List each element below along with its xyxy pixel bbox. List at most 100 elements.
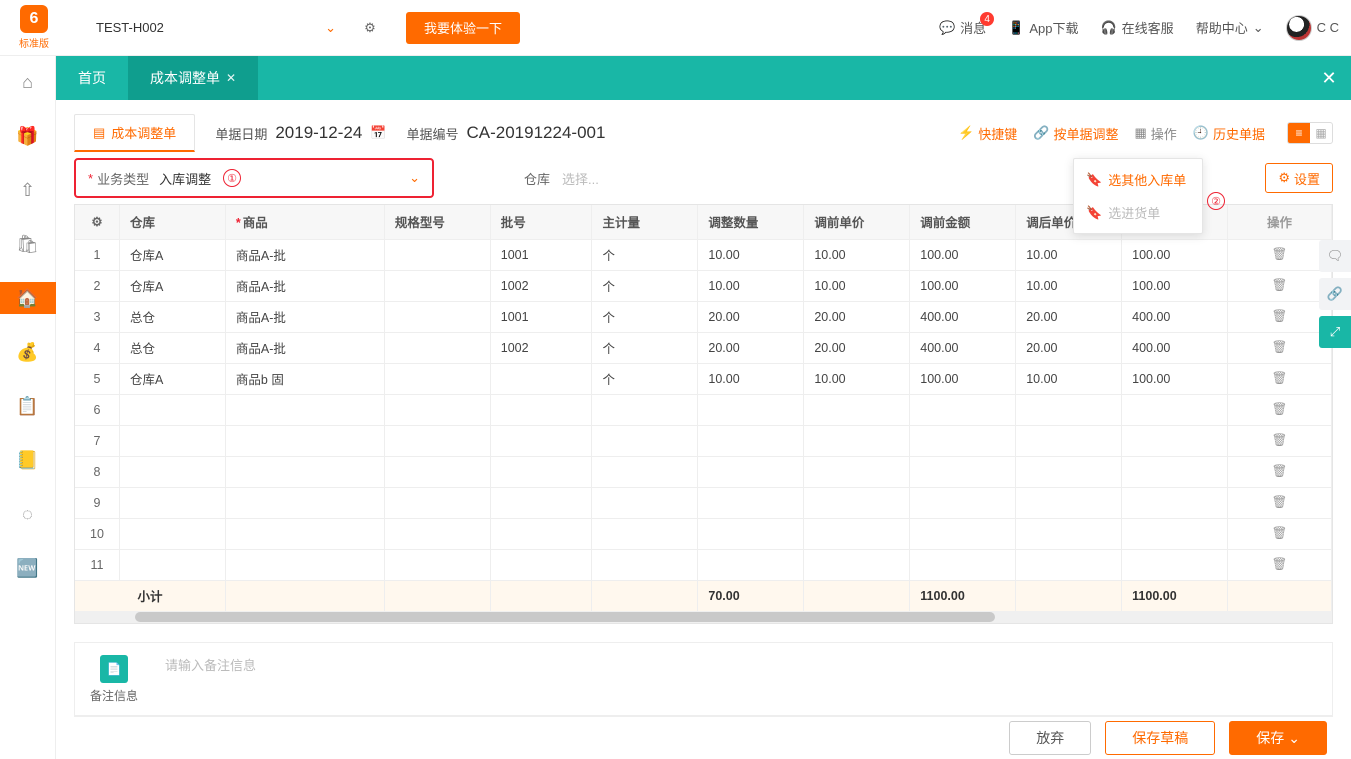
cell-spec[interactable] [384, 270, 490, 301]
business-type-select[interactable]: * 业务类型 入库调整 ① ⌄ [74, 158, 434, 198]
cell-batch[interactable]: 1002 [490, 332, 592, 363]
cell-spec[interactable] [384, 549, 490, 580]
cell-prod[interactable]: 商品b 固 [225, 363, 384, 394]
table-row[interactable]: 9🗑 [75, 487, 1332, 518]
cell-pamt[interactable] [910, 425, 1016, 456]
user-menu[interactable]: C C [1286, 15, 1339, 41]
sidebar-gift[interactable]: 🎁 [12, 120, 44, 152]
cell-prod[interactable] [225, 487, 384, 518]
sidebar-inventory[interactable]: 🏠 [0, 282, 56, 314]
rail-attach-button[interactable]: 🔗 [1319, 278, 1351, 310]
trial-cta-button[interactable]: 我要体验一下 [406, 12, 520, 44]
table-row[interactable]: 7🗑 [75, 425, 1332, 456]
row-delete-button[interactable]: 🗑 [1228, 239, 1332, 270]
cell-pprice[interactable]: 10.00 [804, 363, 910, 394]
cell-aprice[interactable] [1016, 394, 1122, 425]
cell-batch[interactable] [490, 549, 592, 580]
cell-pprice[interactable] [804, 425, 910, 456]
cell-pamt[interactable] [910, 487, 1016, 518]
cell-pprice[interactable]: 10.00 [804, 270, 910, 301]
cell-qty[interactable] [698, 518, 804, 549]
cell-qty[interactable] [698, 394, 804, 425]
cell-pprice[interactable] [804, 394, 910, 425]
grid-settings-button[interactable]: ⚙ 设置 [1265, 163, 1333, 193]
cell-batch[interactable] [490, 456, 592, 487]
cell-spec[interactable] [384, 487, 490, 518]
cell-pprice[interactable] [804, 518, 910, 549]
calendar-icon[interactable]: 📅 [370, 125, 386, 141]
cell-qty[interactable]: 10.00 [698, 239, 804, 270]
cell-pamt[interactable]: 100.00 [910, 270, 1016, 301]
help-center-button[interactable]: 帮助中心 ⌄ [1196, 18, 1264, 37]
table-row[interactable]: 2仓库A商品A-批1002个10.0010.00100.0010.00100.0… [75, 270, 1332, 301]
cell-aamt[interactable]: 100.00 [1122, 270, 1228, 301]
operate-action[interactable]: ▦操作 [1134, 124, 1176, 143]
cell-pamt[interactable]: 100.00 [910, 239, 1016, 270]
table-row[interactable]: 5仓库A商品b 固个10.0010.00100.0010.00100.00🗑 [75, 363, 1332, 394]
sidebar-loading[interactable]: ◌ [12, 498, 44, 530]
cell-aprice[interactable]: 10.00 [1016, 270, 1122, 301]
row-delete-button[interactable]: 🗑 [1228, 549, 1332, 580]
cell-pamt[interactable]: 400.00 [910, 332, 1016, 363]
cell-batch[interactable] [490, 363, 592, 394]
by-bill-action[interactable]: 🔗按单据调整 [1033, 124, 1118, 143]
cell-pamt[interactable]: 400.00 [910, 301, 1016, 332]
cell-unit[interactable] [592, 518, 698, 549]
cell-unit[interactable] [592, 394, 698, 425]
sidebar-home[interactable]: ⌂ [12, 66, 44, 98]
cell-wh[interactable]: 仓库A [119, 363, 225, 394]
row-delete-button[interactable]: 🗑 [1228, 456, 1332, 487]
cell-wh[interactable]: 总仓 [119, 332, 225, 363]
cell-prod[interactable] [225, 456, 384, 487]
cell-batch[interactable]: 1002 [490, 270, 592, 301]
save-draft-button[interactable]: 保存草稿 [1105, 721, 1215, 755]
cell-wh[interactable] [119, 425, 225, 456]
cell-aamt[interactable]: 100.00 [1122, 239, 1228, 270]
view-list-button[interactable]: ≡ [1288, 123, 1310, 143]
cell-aprice[interactable] [1016, 549, 1122, 580]
remark-input[interactable] [153, 643, 1332, 715]
cell-pprice[interactable]: 20.00 [804, 301, 910, 332]
close-all-tabs[interactable]: ✕ [1307, 56, 1351, 100]
cell-pamt[interactable] [910, 394, 1016, 425]
cell-aprice[interactable] [1016, 487, 1122, 518]
cell-batch[interactable] [490, 518, 592, 549]
cell-spec[interactable] [384, 456, 490, 487]
cell-unit[interactable]: 个 [592, 332, 698, 363]
table-row[interactable]: 1仓库A商品A-批1001个10.0010.00100.0010.00100.0… [75, 239, 1332, 270]
sidebar-purchase[interactable]: ⇧ [12, 174, 44, 206]
cell-unit[interactable]: 个 [592, 270, 698, 301]
cell-wh[interactable] [119, 549, 225, 580]
cell-prod[interactable] [225, 425, 384, 456]
view-grid-button[interactable]: ▦ [1310, 123, 1332, 143]
cell-qty[interactable]: 10.00 [698, 270, 804, 301]
table-row[interactable]: 3总仓商品A-批1001个20.0020.00400.0020.00400.00… [75, 301, 1332, 332]
org-settings-button[interactable]: ⚙ [356, 14, 384, 42]
customer-service-button[interactable]: 🎧 在线客服 [1100, 18, 1173, 37]
row-delete-button[interactable]: 🗑 [1228, 394, 1332, 425]
cell-unit[interactable] [592, 456, 698, 487]
cell-pprice[interactable] [804, 487, 910, 518]
cell-wh[interactable]: 仓库A [119, 239, 225, 270]
cell-spec[interactable] [384, 518, 490, 549]
cell-qty[interactable] [698, 549, 804, 580]
cell-qty[interactable]: 20.00 [698, 332, 804, 363]
cell-pprice[interactable]: 10.00 [804, 239, 910, 270]
cell-prod[interactable] [225, 549, 384, 580]
row-delete-button[interactable]: 🗑 [1228, 332, 1332, 363]
cell-aprice[interactable]: 20.00 [1016, 332, 1122, 363]
table-row[interactable]: 11🗑 [75, 549, 1332, 580]
cell-unit[interactable] [592, 425, 698, 456]
app-download-button[interactable]: 📱 App下载 [1008, 18, 1078, 37]
cell-pprice[interactable]: 20.00 [804, 332, 910, 363]
cell-prod[interactable] [225, 394, 384, 425]
cell-wh[interactable] [119, 394, 225, 425]
cell-aprice[interactable] [1016, 425, 1122, 456]
close-icon[interactable]: ✕ [226, 71, 236, 85]
col-settings[interactable]: ⚙ [75, 205, 119, 239]
cell-prod[interactable]: 商品A-批 [225, 301, 384, 332]
cell-aprice[interactable]: 10.00 [1016, 363, 1122, 394]
cell-aamt[interactable]: 400.00 [1122, 332, 1228, 363]
cell-unit[interactable]: 个 [592, 301, 698, 332]
table-row[interactable]: 10🗑 [75, 518, 1332, 549]
